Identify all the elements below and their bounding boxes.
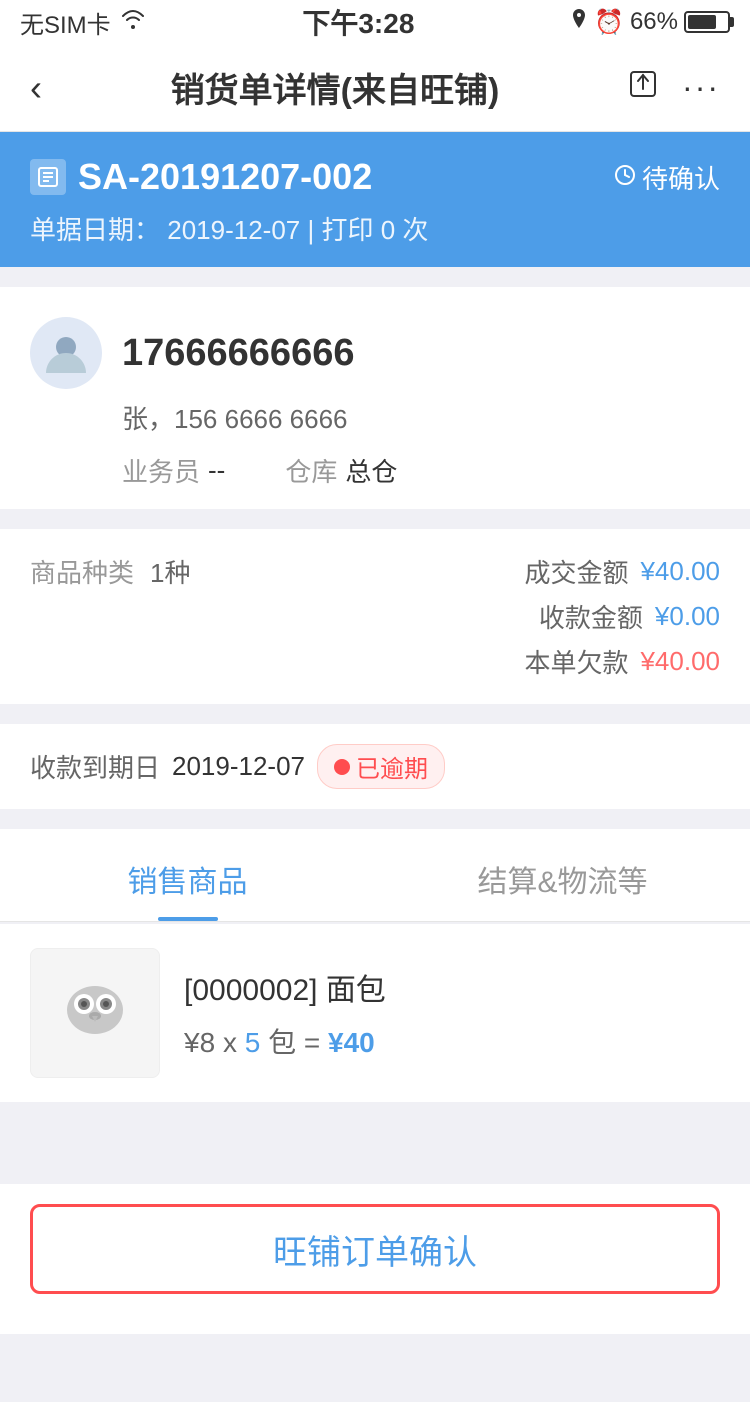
product-item: [0000002] 面包 ¥8 x 5 包 = ¥40	[30, 948, 720, 1078]
order-status: 待确认	[614, 159, 720, 196]
customer-row: 17666666666	[30, 317, 720, 389]
order-header: SA-20191207-002 待确认 单据日期： 2019-12-07 | 打…	[0, 132, 750, 267]
warehouse-item: 仓库 总仓	[285, 452, 397, 489]
overdue-dot-icon	[334, 759, 350, 775]
product-type-item: 商品种类 1种	[30, 553, 190, 590]
share-button[interactable]	[628, 69, 658, 107]
product-price: ¥8 x 5 包 = ¥40	[184, 1021, 720, 1061]
more-button[interactable]: ···	[682, 69, 720, 106]
alarm-icon: ⏰	[594, 8, 624, 37]
customer-section: 17666666666 张，156 6666 6666 业务员 -- 仓库 总仓	[0, 287, 750, 509]
carrier-text: 无SIM卡	[20, 5, 111, 40]
status-bar: 无SIM卡 下午3:28 ⏰ 66%	[0, 0, 750, 44]
product-thumb-icon	[55, 972, 135, 1054]
amount-item: 成交金额 ¥40.00	[524, 553, 720, 590]
summary-right: 成交金额 ¥40.00 收款金额 ¥0.00 本单欠款 ¥40.00	[524, 553, 720, 680]
customer-name: 张，156 6666 6666	[30, 399, 720, 436]
salesperson-item: 业务员 --	[122, 452, 225, 489]
summary-section: 商品种类 1种 成交金额 ¥40.00 收款金额 ¥0.00 本单欠款 ¥40.…	[0, 529, 750, 704]
status-right: ⏰ 66%	[570, 8, 730, 37]
summary-left: 商品种类 1种	[30, 553, 190, 590]
product-thumbnail	[30, 948, 160, 1078]
order-icon	[30, 159, 66, 195]
product-name: [0000002] 面包	[184, 965, 720, 1009]
tab-sales-products[interactable]: 销售商品	[0, 829, 375, 921]
nav-right: ···	[628, 69, 720, 107]
product-info: [0000002] 面包 ¥8 x 5 包 = ¥40	[184, 965, 720, 1061]
customer-phone[interactable]: 17666666666	[122, 332, 354, 375]
avatar	[30, 317, 102, 389]
customer-meta: 业务员 -- 仓库 总仓	[30, 452, 720, 489]
time-display: 下午3:28	[302, 2, 414, 42]
order-id-row: SA-20191207-002 待确认	[30, 156, 720, 198]
tab-row: 销售商品 结算&物流等	[0, 829, 750, 921]
tab-settlement-logistics[interactable]: 结算&物流等	[375, 829, 750, 921]
battery-text: 66%	[630, 8, 678, 36]
page-title: 销货单详情(来自旺铺)	[171, 63, 500, 112]
back-button[interactable]: ‹	[30, 67, 42, 109]
battery-icon	[684, 11, 730, 33]
wifi-icon	[119, 8, 147, 36]
order-id: SA-20191207-002	[30, 156, 372, 198]
status-left: 无SIM卡	[20, 5, 147, 40]
location-icon	[570, 8, 588, 37]
clock-icon	[614, 162, 636, 193]
nav-bar: ‹ 销货单详情(来自旺铺) ···	[0, 44, 750, 132]
tab-section: 销售商品 结算&物流等	[0, 829, 750, 922]
bottom-bar: 旺铺订单确认	[0, 1184, 750, 1334]
product-section: [0000002] 面包 ¥8 x 5 包 = ¥40	[0, 924, 750, 1102]
owed-item: 本单欠款 ¥40.00	[524, 643, 720, 680]
confirm-order-button[interactable]: 旺铺订单确认	[30, 1204, 720, 1294]
received-item: 收款金额 ¥0.00	[539, 598, 720, 635]
order-date-row: 单据日期： 2019-12-07 | 打印 0 次	[30, 210, 720, 247]
overdue-badge: 已逾期	[317, 744, 445, 789]
due-section: 收款到期日 2019-12-07 已逾期	[0, 724, 750, 809]
